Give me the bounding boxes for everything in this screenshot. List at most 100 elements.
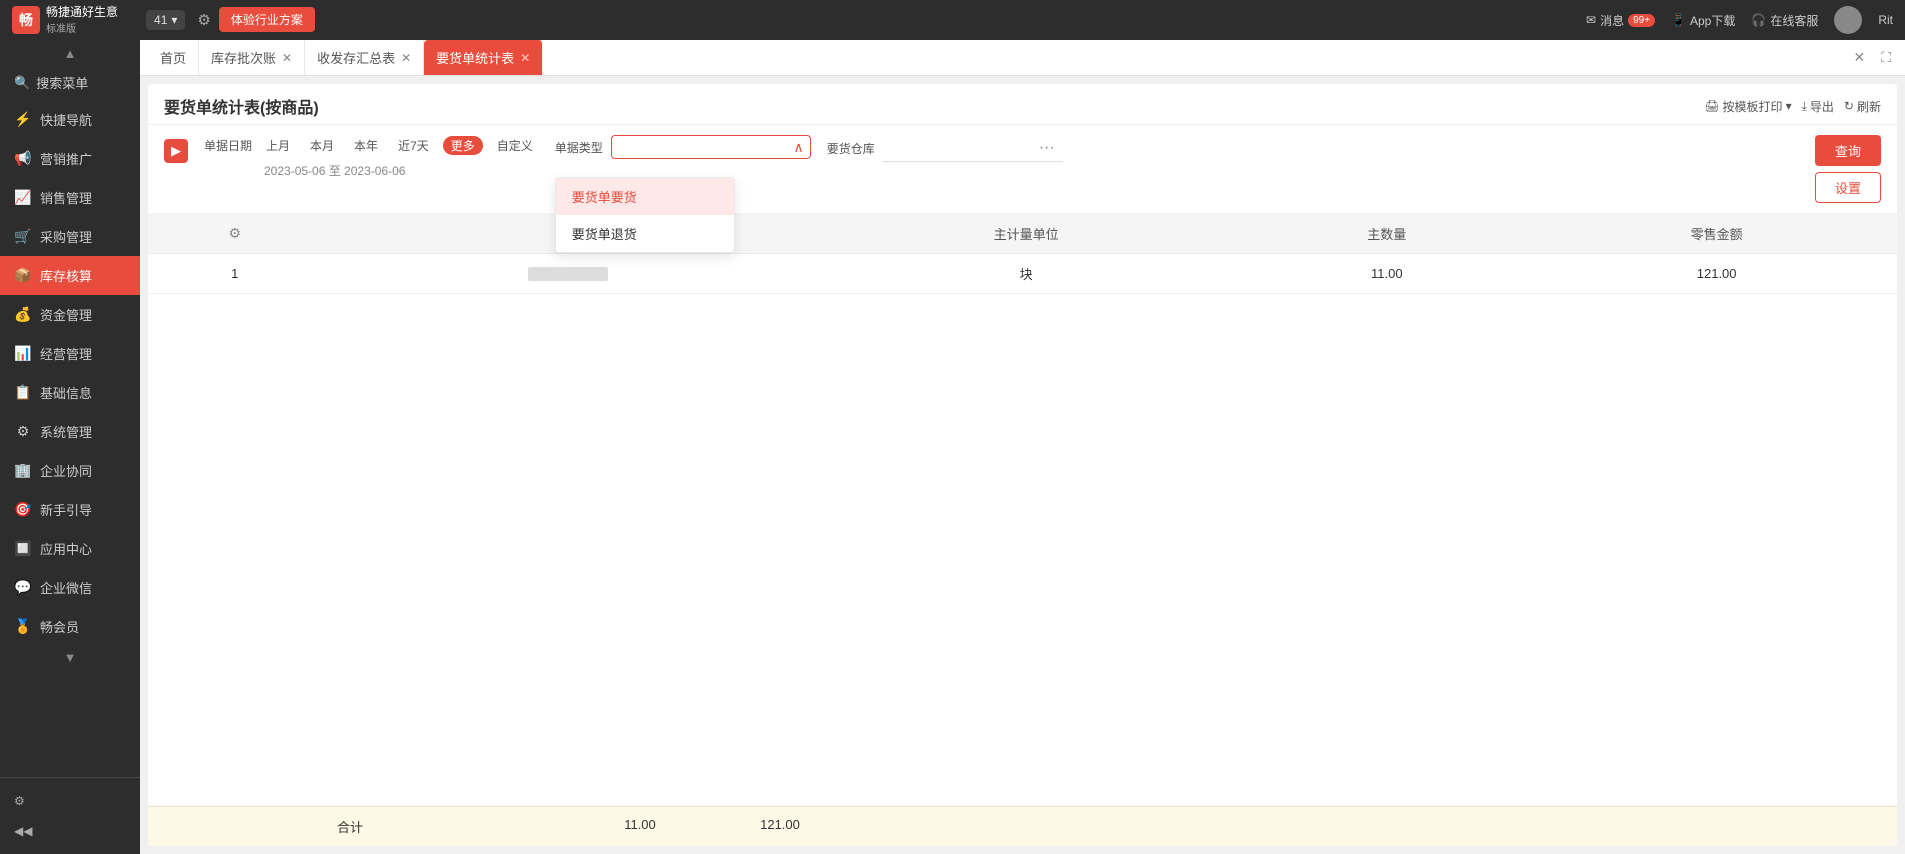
btn-custom-date[interactable]: 自定义 xyxy=(491,135,539,156)
tab-inventory-batch[interactable]: 库存批次账 ✕ xyxy=(199,40,305,75)
export-icon: ⤓ xyxy=(1802,99,1807,114)
enterprise-icon: 🏢 xyxy=(14,462,32,479)
operations-icon: 📊 xyxy=(14,345,32,362)
sidebar-item-operations[interactable]: 📊 经营管理 xyxy=(0,334,140,373)
sidebar-search[interactable]: 🔍 搜索菜单 xyxy=(0,65,140,100)
sidebar-item-marketing[interactable]: 📢 营销推广 xyxy=(0,139,140,178)
tab-close-all-btn[interactable]: ✕ xyxy=(1847,47,1871,68)
table-row: 1 块 11.00 121.00 xyxy=(148,254,1897,294)
sidebar-item-basic[interactable]: 📋 基础信息 xyxy=(0,373,140,412)
app-download-btn[interactable]: 📱 App下载 xyxy=(1671,12,1735,29)
basic-icon: 📋 xyxy=(14,384,32,401)
date-filter-row: 单据日期 上月 本月 本年 近7天 更多 自定义 xyxy=(204,135,539,156)
tab-order-stats-close[interactable]: ✕ xyxy=(520,51,530,65)
sidebar-item-finance[interactable]: 💰 资金管理 xyxy=(0,295,140,334)
product-name-placeholder xyxy=(528,267,608,281)
page-title: 要货单统计表(按商品) xyxy=(164,94,319,118)
user-avatar[interactable] xyxy=(1834,6,1862,34)
scroll-down-btn[interactable]: ▼ xyxy=(0,646,140,669)
type-select-arrow[interactable]: ∧ xyxy=(788,139,810,156)
sidebar-item-wechat[interactable]: 💬 企业微信 xyxy=(0,568,140,607)
sidebar-label-member: 畅会员 xyxy=(40,617,79,636)
export-btn[interactable]: ⤓ 导出 xyxy=(1802,98,1834,115)
btn-last-7days[interactable]: 近7天 xyxy=(392,135,435,156)
date-range-display: 2023-05-06 至 2023-06-06 xyxy=(264,162,405,179)
messages-label: 消息 xyxy=(1600,12,1624,29)
sidebar-item-sales[interactable]: 📈 销售管理 xyxy=(0,178,140,217)
table-settings-gear[interactable]: ⚙ xyxy=(228,225,241,241)
action-btns: 查询 设置 xyxy=(1815,135,1881,203)
type-select[interactable]: ∧ xyxy=(611,135,811,159)
btn-this-month[interactable]: 本月 xyxy=(304,135,340,156)
type-input[interactable] xyxy=(612,136,788,158)
online-service-label: 在线客服 xyxy=(1770,12,1818,29)
logo-area: 畅 畅捷通好生意 标准版 xyxy=(12,5,118,34)
dropdown-item-order-goods[interactable]: 要货单要货 xyxy=(556,178,734,215)
expand-toggle-btn[interactable]: ▶ xyxy=(164,139,188,163)
data-table: ⚙ 商品 主计量单位 主数量 零售金额 1 xyxy=(148,214,1897,294)
page-actions: 🖨 按模板打印 ▾ ⤓ 导出 ↻ 刷新 xyxy=(1704,98,1881,115)
message-badge: 99+ xyxy=(1628,14,1655,27)
sidebar-label-finance: 资金管理 xyxy=(40,305,92,324)
cell-unit: 块 xyxy=(815,254,1237,294)
sidebar-label-purchase: 采购管理 xyxy=(40,227,92,246)
page-content: 要货单统计表(按商品) 🖨 按模板打印 ▾ ⤓ 导出 ↻ 刷新 xyxy=(148,84,1897,846)
tab-inventory-batch-close[interactable]: ✕ xyxy=(282,51,292,65)
dropdown-item-order-return[interactable]: 要货单退货 xyxy=(556,215,734,252)
print-label: 按模板打印 xyxy=(1723,98,1783,115)
messages-btn[interactable]: ✉ 消息 99+ xyxy=(1586,12,1655,29)
sidebar-label-operations: 经营管理 xyxy=(40,344,92,363)
store-dropdown-icon: ▾ xyxy=(171,13,177,27)
sidebar-item-quick-nav[interactable]: ⚡ 快捷导航 xyxy=(0,100,140,139)
collapse-icon: ◀◀ xyxy=(14,824,32,838)
cell-amount: 121.00 xyxy=(1536,254,1897,294)
tab-receivables-close[interactable]: ✕ xyxy=(401,51,411,65)
wechat-icon: 💬 xyxy=(14,579,32,596)
app-center-icon: 🔲 xyxy=(14,540,32,557)
filter-settings-btn[interactable]: 设置 xyxy=(1815,172,1881,203)
online-service-btn[interactable]: 🎧 在线客服 xyxy=(1751,12,1818,29)
sidebar-item-system[interactable]: ⚙ 系统管理 xyxy=(0,412,140,451)
industry-btn[interactable]: 体验行业方案 xyxy=(219,7,315,32)
sidebar-collapse-btn[interactable]: ◀◀ xyxy=(0,816,140,846)
date-filter-label: 单据日期 xyxy=(204,137,252,154)
scroll-up-btn[interactable]: ▲ xyxy=(0,40,140,65)
tab-expand-btn[interactable]: ⛶ xyxy=(1875,47,1897,68)
user-name: Rit xyxy=(1878,13,1893,27)
finance-icon: 💰 xyxy=(14,306,32,323)
sidebar-item-beginner[interactable]: 🎯 新手引导 xyxy=(0,490,140,529)
tab-receivables[interactable]: 收发存汇总表 ✕ xyxy=(305,40,424,75)
refresh-btn[interactable]: ↻ 刷新 xyxy=(1844,98,1881,115)
tab-home[interactable]: 首页 xyxy=(148,40,199,75)
sidebar-item-app-center[interactable]: 🔲 应用中心 xyxy=(0,529,140,568)
beginner-icon: 🎯 xyxy=(14,501,32,518)
btn-this-year[interactable]: 本年 xyxy=(348,135,384,156)
app-download-icon: 📱 xyxy=(1671,13,1686,27)
sidebar-settings-btn[interactable]: ⚙ xyxy=(0,786,140,816)
tab-order-stats[interactable]: 要货单统计表 ✕ xyxy=(424,40,543,75)
tab-bar-right: ✕ ⛶ xyxy=(1847,47,1897,68)
col-amount-header: 零售金额 xyxy=(1536,214,1897,254)
header-right: ✉ 消息 99+ 📱 App下载 🎧 在线客服 Rit xyxy=(1586,6,1893,34)
btn-more-dates[interactable]: 更多 xyxy=(443,136,483,155)
table-container: ⚙ 商品 主计量单位 主数量 零售金额 1 xyxy=(148,214,1897,806)
col-unit-header: 主计量单位 xyxy=(815,214,1237,254)
print-btn[interactable]: 🖨 按模板打印 ▾ xyxy=(1704,98,1791,115)
sidebar-item-member[interactable]: 🏅 畅会员 xyxy=(0,607,140,646)
warehouse-more-btn[interactable]: ··· xyxy=(1039,139,1055,157)
tab-order-stats-label: 要货单统计表 xyxy=(436,48,514,67)
purchase-icon: 🛒 xyxy=(14,228,32,245)
cell-row-num: 1 xyxy=(148,254,321,294)
main-layout: ▲ 🔍 搜索菜单 ⚡ 快捷导航 📢 营销推广 📈 销售管理 🛒 采购管理 📦 库… xyxy=(0,40,1905,854)
sidebar-item-purchase[interactable]: 🛒 采购管理 xyxy=(0,217,140,256)
sidebar-item-enterprise[interactable]: 🏢 企业协同 xyxy=(0,451,140,490)
query-btn[interactable]: 查询 xyxy=(1815,135,1881,166)
settings-gear-header[interactable]: ⚙ xyxy=(197,11,210,29)
sidebar-item-inventory[interactable]: 📦 库存核算 xyxy=(0,256,140,295)
store-selector[interactable]: 41 ▾ xyxy=(146,10,185,30)
warehouse-select[interactable]: ··· xyxy=(883,135,1063,162)
btn-prev-month[interactable]: 上月 xyxy=(260,135,296,156)
print-icon: 🖨 xyxy=(1704,99,1719,113)
online-service-icon: 🎧 xyxy=(1751,13,1766,27)
system-icon: ⚙ xyxy=(14,423,32,440)
